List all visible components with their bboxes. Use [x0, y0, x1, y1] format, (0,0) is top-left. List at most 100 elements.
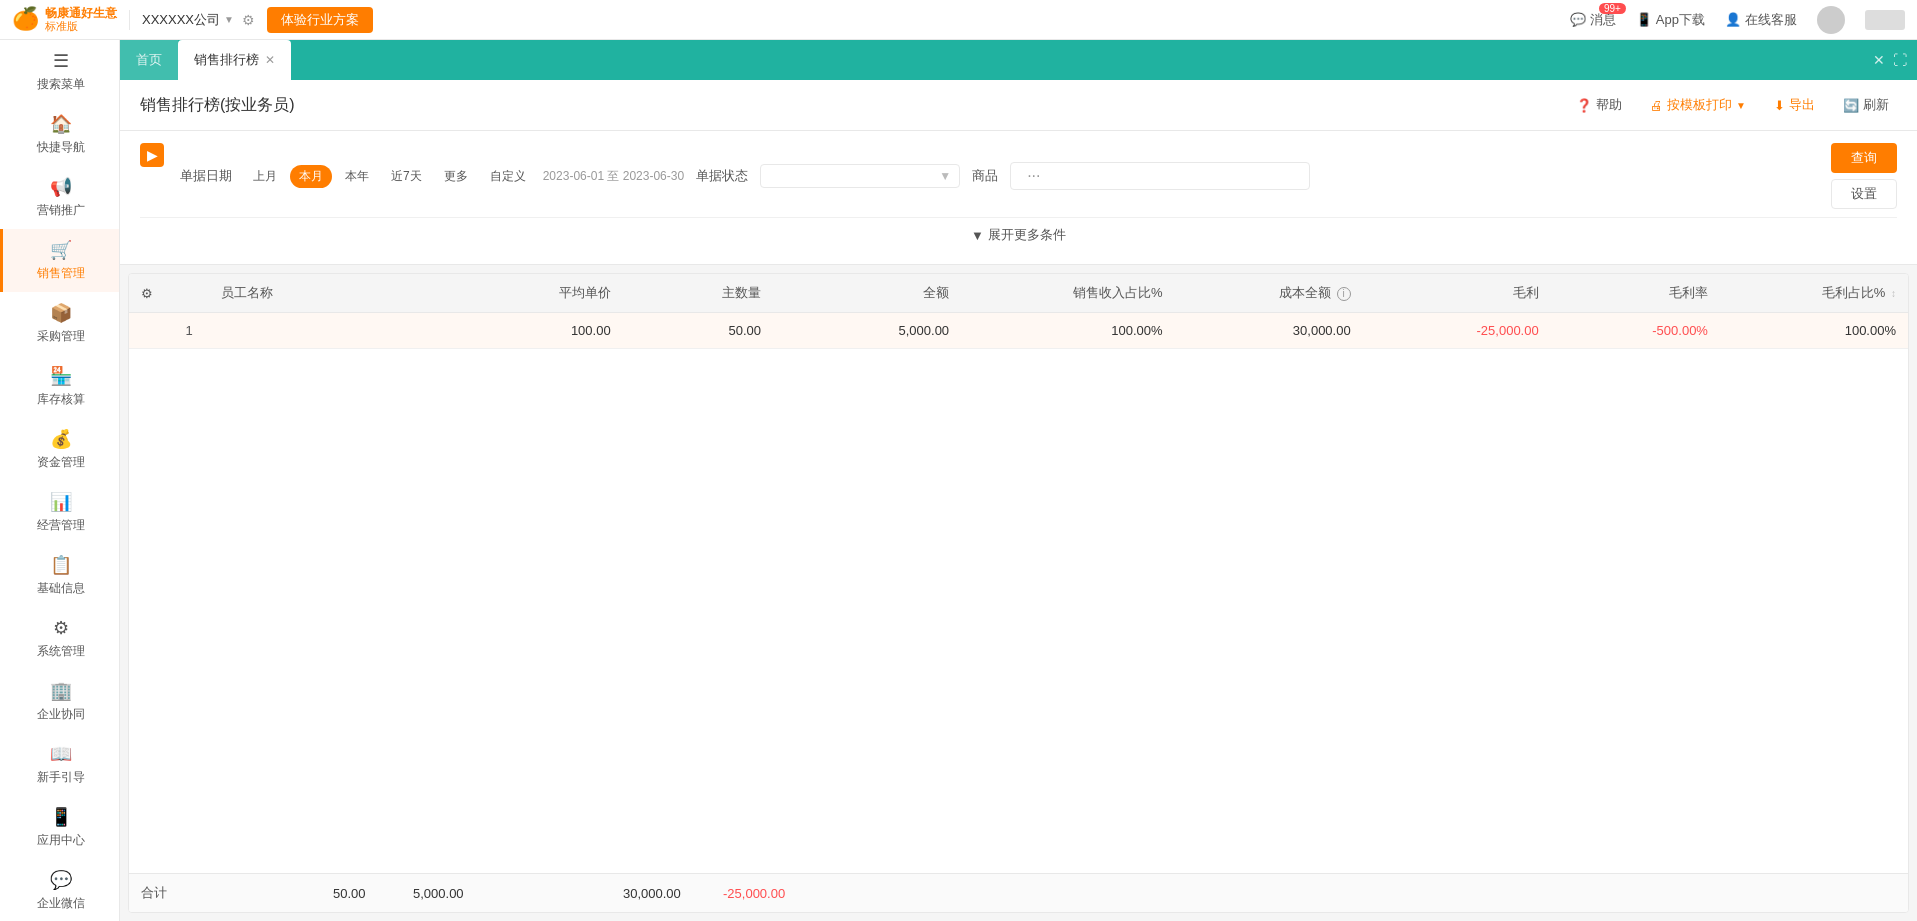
- company-chevron-icon: ▼: [224, 14, 234, 25]
- message-icon-wrapper[interactable]: 💬 消息 99+: [1570, 11, 1616, 29]
- footer-main-qty: 50.00: [321, 886, 401, 901]
- sales-icon: 🛒: [50, 239, 72, 261]
- tab-home-label: 首页: [136, 51, 162, 69]
- export-button[interactable]: ⬇ 导出: [1766, 92, 1823, 118]
- sidebar-item-label-inventory: 库存核算: [37, 391, 85, 408]
- status-select[interactable]: ▼: [760, 164, 960, 188]
- sidebar-item-system[interactable]: ⚙ 系统管理: [0, 607, 119, 670]
- goods-filter-label: 商品: [972, 167, 998, 185]
- row-profit-pct: 100.00%: [1720, 313, 1908, 349]
- table-header-row: ⚙ 员工名称 平均单价 主数量: [129, 274, 1908, 313]
- goods-input[interactable]: ···: [1010, 162, 1310, 190]
- page-header-actions: ❓ 帮助 🖨 按模板打印 ▼ ⬇ 导出 🔄 刷新: [1568, 92, 1897, 118]
- filter-bar: ▶ 单据日期 上月 本月: [120, 131, 1917, 265]
- print-button[interactable]: 🖨 按模板打印 ▼: [1642, 92, 1754, 118]
- sidebar-item-finance[interactable]: 💰 资金管理: [0, 418, 119, 481]
- operations-icon: 📊: [50, 491, 72, 513]
- online-service-label: 在线客服: [1745, 11, 1797, 29]
- finance-icon: 💰: [50, 428, 72, 450]
- date-filter-label: 单据日期: [180, 167, 232, 185]
- sidebar-item-enterprise[interactable]: 🏢 企业协同: [0, 670, 119, 733]
- search-button[interactable]: 查询: [1831, 143, 1897, 173]
- sidebar-item-label-wechat: 企业微信: [37, 895, 85, 912]
- expand-more-row[interactable]: ▼ 展开更多条件: [140, 217, 1897, 252]
- query-actions: 查询 设置: [1831, 143, 1897, 209]
- col-header-cost: 成本全额 i: [1175, 274, 1363, 313]
- export-icon: ⬇: [1774, 98, 1785, 113]
- online-service-link[interactable]: 👤 在线客服: [1725, 11, 1797, 29]
- app-download-icon: 📱: [1636, 12, 1652, 27]
- date-pill-this-year[interactable]: 本年: [336, 165, 378, 188]
- row-avg-price: 100.00: [435, 313, 623, 349]
- page-header: 销售排行榜(按业务员) ❓ 帮助 🖨 按模板打印 ▼ ⬇ 导出: [120, 80, 1917, 131]
- cost-info-icon[interactable]: i: [1337, 287, 1351, 301]
- tab-close-icon[interactable]: ✕: [265, 53, 275, 67]
- tab-maximize-icon[interactable]: ⛶: [1893, 52, 1907, 68]
- filter-toggle-button[interactable]: ▶: [140, 143, 164, 167]
- purchase-icon: 📦: [50, 302, 72, 324]
- export-label: 导出: [1789, 96, 1815, 114]
- date-pill-more[interactable]: 更多: [435, 165, 477, 188]
- app-download-link[interactable]: 📱 App下载: [1636, 11, 1705, 29]
- main-layout: ☰ 搜索菜单 🏠 快捷导航 📢 营销推广 🛒 销售管理 📦 采购管理 🏪 库存核…: [0, 40, 1917, 921]
- logo-area: 🍊 畅康通好生意 标准版: [12, 6, 117, 34]
- expand-more-label: 展开更多条件: [988, 226, 1066, 244]
- help-button[interactable]: ❓ 帮助: [1568, 92, 1630, 118]
- search-order-icon: ☰: [53, 50, 69, 72]
- tab-close-window-icon[interactable]: ✕: [1873, 52, 1885, 68]
- header-right: 💬 消息 99+ 📱 App下载 👤 在线客服: [1570, 6, 1905, 34]
- status-chevron-icon: ▼: [939, 169, 951, 183]
- status-filter-label: 单据状态: [696, 167, 748, 185]
- tab-home[interactable]: 首页: [120, 40, 178, 80]
- row-employee-name: [209, 313, 435, 349]
- col-header-sales-pct: 销售收入占比%: [961, 274, 1175, 313]
- settings-button[interactable]: 设置: [1831, 179, 1897, 209]
- date-pill-custom[interactable]: 自定义: [481, 165, 535, 188]
- app-name: 畅康通好生意: [45, 6, 117, 20]
- company-settings-icon[interactable]: ⚙: [242, 12, 255, 28]
- sidebar-item-app-center[interactable]: 📱 应用中心: [0, 796, 119, 859]
- row-profit-rate: -500.00%: [1551, 313, 1720, 349]
- sidebar-item-sales[interactable]: 🛒 销售管理: [0, 229, 119, 292]
- profit-pct-sort-icon[interactable]: ↕: [1891, 288, 1896, 299]
- row-sales-pct: 100.00%: [961, 313, 1175, 349]
- tab-sales-ranking-label: 销售排行榜: [194, 51, 259, 69]
- company-selector[interactable]: XXXXXX公司 ▼: [142, 11, 234, 29]
- row-rank: 1: [169, 313, 209, 349]
- sidebar-item-marketing[interactable]: 📢 营销推广: [0, 166, 119, 229]
- date-pill-7days[interactable]: 近7天: [382, 165, 431, 188]
- filter-row-1: 单据日期 上月 本月 本年: [180, 143, 1897, 209]
- sidebar-item-enterprise-wechat[interactable]: 💬 企业微信: [0, 859, 119, 921]
- sidebar-item-quick-nav[interactable]: 🏠 快捷导航: [0, 103, 119, 166]
- date-pill-this-month[interactable]: 本月: [290, 165, 332, 188]
- avatar[interactable]: [1817, 6, 1845, 34]
- tab-sales-ranking[interactable]: 销售排行榜 ✕: [178, 40, 291, 80]
- table-body: 1 100.00 50.00 5,000.00 100.00% 30,000.0…: [129, 313, 1908, 349]
- date-pills: 上月 本月 本年 近7天: [244, 165, 684, 188]
- user-name-placeholder: [1865, 10, 1905, 30]
- refresh-button[interactable]: 🔄 刷新: [1835, 92, 1897, 118]
- tab-bar-actions: ✕ ⛶: [1873, 40, 1917, 80]
- sidebar-item-label-guide: 新手引导: [37, 769, 85, 786]
- sidebar-item-inventory[interactable]: 🏪 库存核算: [0, 355, 119, 418]
- sidebar-item-purchase[interactable]: 📦 采购管理: [0, 292, 119, 355]
- col-header-avg-price: 平均单价: [435, 274, 623, 313]
- marketing-icon: 📢: [50, 176, 72, 198]
- sidebar-item-basic-info[interactable]: 📋 基础信息: [0, 544, 119, 607]
- content-area: 首页 销售排行榜 ✕ ✕ ⛶ 销售排行榜(按业务员) ❓ 帮助: [120, 40, 1917, 921]
- sidebar-item-label-finance: 资金管理: [37, 454, 85, 471]
- row-icon-cell: [129, 313, 169, 349]
- divider: [129, 10, 130, 30]
- sidebar-item-label-quick: 快捷导航: [37, 139, 85, 156]
- top-header: 🍊 畅康通好生意 标准版 XXXXXX公司 ▼ ⚙ 体验行业方案 💬 消息 99…: [0, 0, 1917, 40]
- date-pill-last-month[interactable]: 上月: [244, 165, 286, 188]
- trial-button[interactable]: 体验行业方案: [267, 7, 373, 33]
- app-version: 标准版: [45, 20, 117, 33]
- sidebar-item-operations[interactable]: 📊 经营管理: [0, 481, 119, 544]
- sidebar-item-label-system: 系统管理: [37, 643, 85, 660]
- sidebar-item-search-order[interactable]: ☰ 搜索菜单: [0, 40, 119, 103]
- sidebar-item-guide[interactable]: 📖 新手引导: [0, 733, 119, 796]
- tab-bar: 首页 销售排行榜 ✕ ✕ ⛶: [120, 40, 1917, 80]
- print-label: 按模板打印: [1667, 96, 1732, 114]
- message-badge: 99+: [1599, 3, 1626, 14]
